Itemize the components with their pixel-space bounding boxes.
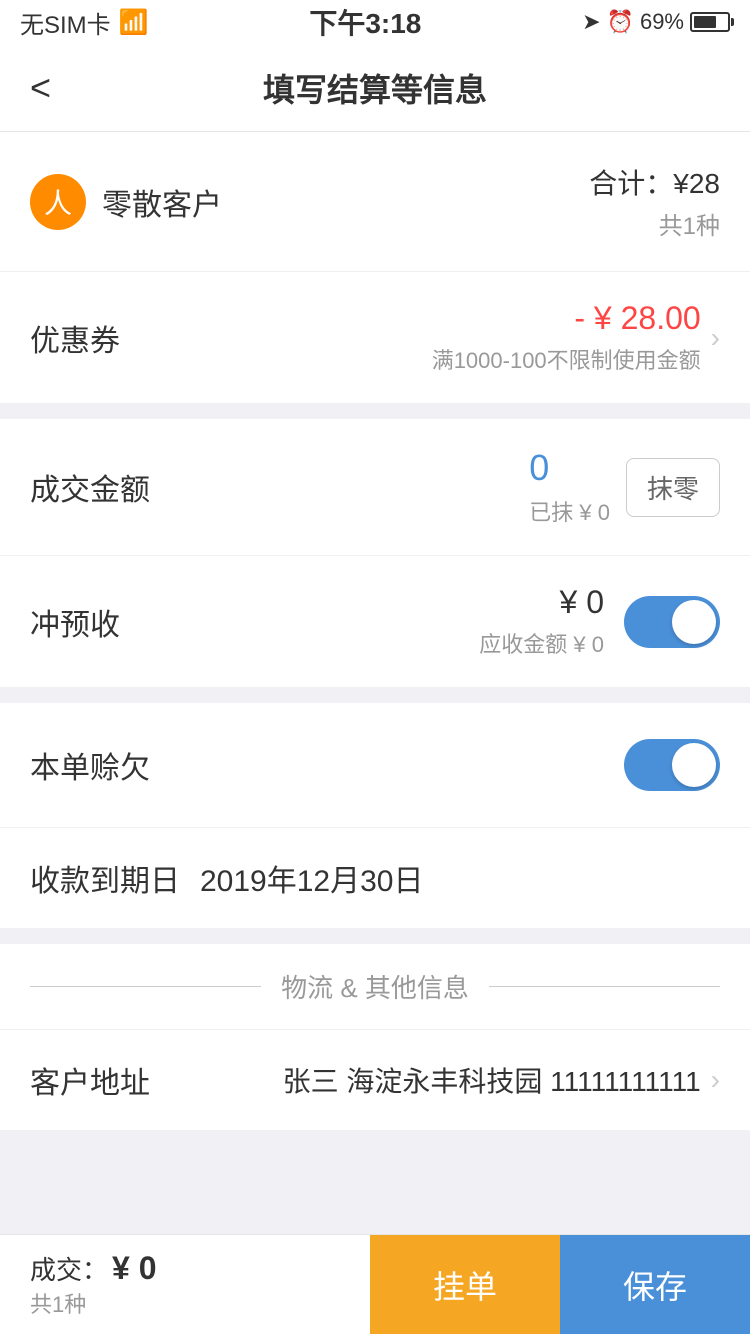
alarm-icon: ⏰ bbox=[607, 9, 634, 35]
due-date-value: 2019年12月30日 bbox=[200, 856, 423, 900]
customer-avatar: 人 bbox=[30, 174, 86, 230]
save-button[interactable]: 保存 bbox=[560, 1235, 750, 1334]
address-value: 张三 海淀永丰科技园 11111111111 bbox=[283, 1060, 701, 1100]
address-right: 张三 海淀永丰科技园 11111111111 › bbox=[283, 1060, 720, 1100]
location-icon: ➤ bbox=[582, 9, 600, 35]
round-zero-button[interactable]: 抹零 bbox=[626, 458, 720, 517]
page-title: 填写结算等信息 bbox=[263, 65, 487, 111]
divider-left bbox=[30, 986, 261, 987]
bottom-count: 共1种 bbox=[30, 1287, 340, 1319]
battery-icon bbox=[690, 12, 730, 32]
status-left: 无SIM卡 📶 bbox=[20, 5, 149, 40]
due-date-row: 收款到期日 2019年12月30日 bbox=[0, 827, 750, 928]
transaction-row: 成交金额 0 已抹 ¥ 0 抹零 bbox=[0, 419, 750, 556]
status-time: 下午3:18 bbox=[309, 2, 421, 42]
battery-percent: 69% bbox=[640, 9, 684, 35]
already-rounded-text: 已抹 ¥ 0 bbox=[529, 495, 610, 527]
debt-toggle-knob bbox=[672, 743, 716, 787]
carrier-text: 无SIM卡 bbox=[20, 5, 111, 40]
coupon-label: 优惠券 bbox=[30, 316, 120, 360]
due-date-label: 收款到期日 bbox=[30, 856, 180, 900]
coupon-right: - ¥ 28.00 满1000-100不限制使用金额 › bbox=[432, 300, 720, 375]
debt-card: 本单赊欠 收款到期日 2019年12月30日 bbox=[0, 703, 750, 928]
bottom-deal-row: 成交： ¥ 0 bbox=[30, 1250, 340, 1287]
bottom-deal-amount: ¥ 0 bbox=[112, 1250, 156, 1287]
transaction-amount: 0 bbox=[529, 447, 549, 488]
bottom-info: 成交： ¥ 0 共1种 bbox=[0, 1235, 370, 1334]
avatar-icon: 人 bbox=[44, 182, 72, 222]
coupon-info: - ¥ 28.00 满1000-100不限制使用金额 bbox=[432, 300, 701, 375]
total-amount: 合计：¥28 bbox=[589, 162, 720, 202]
content: 人 零散客户 合计：¥28 共1种 优惠券 - ¥ 28.00 满1000-10… bbox=[0, 132, 750, 1266]
customer-row: 人 零散客户 合计：¥28 共1种 bbox=[0, 132, 750, 271]
bottom-deal-label: 成交： bbox=[30, 1250, 108, 1287]
debt-toggle[interactable] bbox=[624, 739, 720, 791]
transaction-amount-col: 0 已抹 ¥ 0 bbox=[529, 447, 610, 527]
prepayment-row: 冲预收 ¥ 0 应收金额 ¥ 0 bbox=[0, 556, 750, 687]
address-row[interactable]: 客户地址 张三 海淀永丰科技园 11111111111 › bbox=[0, 1029, 750, 1130]
divider-right bbox=[489, 986, 720, 987]
customer-right: 合计：¥28 共1种 bbox=[589, 162, 720, 241]
transaction-right: 0 已抹 ¥ 0 抹零 bbox=[529, 447, 720, 527]
wifi-icon: 📶 bbox=[119, 8, 149, 37]
address-label: 客户地址 bbox=[30, 1058, 150, 1102]
coupon-desc: 满1000-100不限制使用金额 bbox=[432, 343, 701, 375]
prepayment-toggle[interactable] bbox=[624, 596, 720, 648]
debt-row: 本单赊欠 bbox=[0, 703, 750, 827]
prepayment-right: ¥ 0 应收金额 ¥ 0 bbox=[479, 584, 720, 659]
address-chevron-icon: › bbox=[711, 1064, 720, 1096]
toggle-knob bbox=[672, 600, 716, 644]
coupon-chevron-icon: › bbox=[711, 322, 720, 354]
status-bar: 无SIM卡 📶 下午3:18 ➤ ⏰ 69% bbox=[0, 0, 750, 44]
logistics-title: 物流 & 其他信息 bbox=[281, 968, 469, 1005]
customer-left: 人 零散客户 bbox=[30, 174, 222, 230]
coupon-discount: - ¥ 28.00 bbox=[432, 300, 701, 337]
back-button[interactable]: < bbox=[30, 67, 51, 109]
coupon-row[interactable]: 优惠券 - ¥ 28.00 满1000-100不限制使用金额 › bbox=[0, 271, 750, 403]
debt-label: 本单赊欠 bbox=[30, 743, 150, 787]
pending-button[interactable]: 挂单 bbox=[370, 1235, 560, 1334]
status-right: ➤ ⏰ 69% bbox=[582, 9, 730, 35]
prepayment-amount: ¥ 0 bbox=[479, 584, 604, 621]
prepayment-amount-col: ¥ 0 应收金额 ¥ 0 bbox=[479, 584, 604, 659]
prepayment-sub-text: 应收金额 ¥ 0 bbox=[479, 627, 604, 659]
total-count: 共1种 bbox=[589, 206, 720, 241]
logistics-card: 物流 & 其他信息 客户地址 张三 海淀永丰科技园 11111111111 › bbox=[0, 944, 750, 1130]
transaction-card: 成交金额 0 已抹 ¥ 0 抹零 冲预收 ¥ 0 应收金额 ¥ 0 bbox=[0, 419, 750, 687]
logistics-header: 物流 & 其他信息 bbox=[0, 944, 750, 1029]
prepayment-label: 冲预收 bbox=[30, 600, 120, 644]
nav-bar: < 填写结算等信息 bbox=[0, 44, 750, 132]
customer-card: 人 零散客户 合计：¥28 共1种 优惠券 - ¥ 28.00 满1000-10… bbox=[0, 132, 750, 403]
bottom-bar: 成交： ¥ 0 共1种 挂单 保存 bbox=[0, 1234, 750, 1334]
transaction-label: 成交金额 bbox=[30, 465, 150, 509]
customer-name: 零散客户 bbox=[102, 180, 222, 224]
